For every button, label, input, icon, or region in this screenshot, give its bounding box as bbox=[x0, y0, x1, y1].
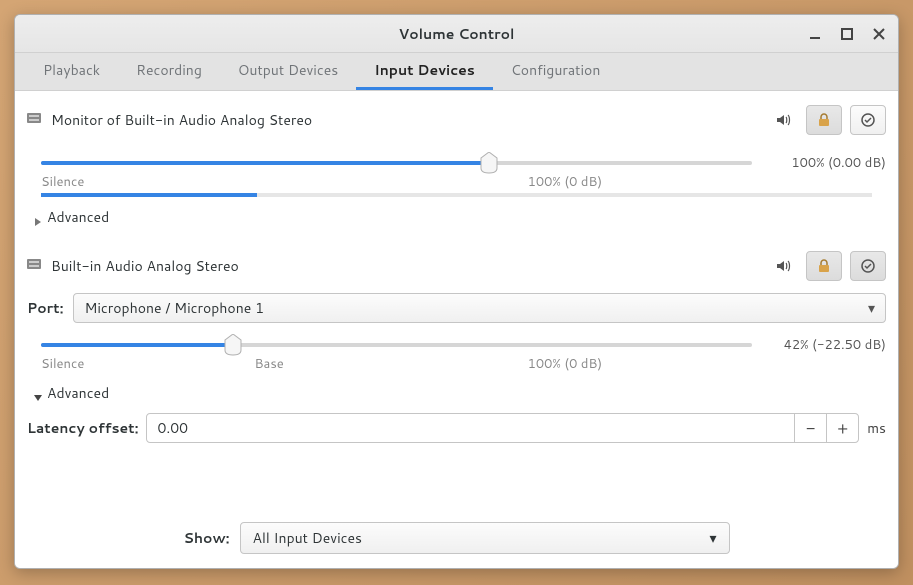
chevron-down-icon: ▾ bbox=[710, 528, 717, 548]
tab-label: Configuration bbox=[511, 60, 601, 80]
vu-meter bbox=[41, 193, 872, 197]
soundcard-icon bbox=[27, 256, 43, 276]
show-label: Show: bbox=[183, 528, 229, 548]
tab-recording[interactable]: Recording bbox=[118, 53, 220, 90]
volume-slider[interactable] bbox=[41, 161, 752, 165]
latency-unit: ms bbox=[867, 418, 886, 438]
volume-readout: 42% (-22.50 dB) bbox=[766, 336, 886, 354]
window-title: Volume Control bbox=[399, 24, 515, 44]
device-name: Monitor of Built-in Audio Analog Stereo bbox=[51, 110, 760, 130]
content-area: Monitor of Built-in Audio Analog Stereo bbox=[15, 91, 898, 512]
slider-thumb[interactable] bbox=[224, 334, 242, 356]
advanced-label: Advanced bbox=[47, 383, 109, 403]
tab-playback[interactable]: Playback bbox=[25, 53, 118, 90]
mute-button[interactable] bbox=[768, 251, 798, 281]
minimize-button[interactable] bbox=[804, 23, 826, 45]
tab-configuration[interactable]: Configuration bbox=[493, 53, 619, 90]
device-name: Built-in Audio Analog Stereo bbox=[51, 256, 760, 276]
show-select[interactable]: All Input Devices ▾ bbox=[240, 522, 730, 554]
tab-label: Playback bbox=[43, 60, 100, 80]
lock-channels-button[interactable] bbox=[806, 251, 842, 281]
show-value: All Input Devices bbox=[253, 528, 362, 548]
chevron-right-icon bbox=[33, 212, 43, 222]
tab-label: Output Devices bbox=[238, 60, 338, 80]
device-monitor: Monitor of Built-in Audio Analog Stereo bbox=[27, 105, 886, 227]
tick-silence: Silence bbox=[41, 355, 84, 373]
tick-silence: Silence bbox=[41, 173, 84, 191]
latency-label: Latency offset: bbox=[27, 418, 138, 438]
maximize-button[interactable] bbox=[836, 23, 858, 45]
tick-base: Base bbox=[255, 355, 284, 373]
latency-increment[interactable]: + bbox=[826, 414, 858, 442]
tick-100: 100% (0 dB) bbox=[528, 173, 603, 191]
default-button[interactable] bbox=[850, 105, 886, 135]
chevron-down-icon: ▾ bbox=[868, 298, 875, 318]
latency-input[interactable]: 0.00 − + bbox=[146, 413, 859, 443]
advanced-disclosure[interactable]: Advanced bbox=[33, 207, 886, 227]
advanced-disclosure[interactable]: Advanced bbox=[33, 383, 886, 403]
soundcard-icon bbox=[27, 110, 43, 130]
device-builtin: Built-in Audio Analog Stereo Port: Micro… bbox=[27, 251, 886, 443]
chevron-down-icon bbox=[33, 388, 43, 398]
latency-value: 0.00 bbox=[147, 418, 794, 438]
tab-output-devices[interactable]: Output Devices bbox=[220, 53, 356, 90]
mute-button[interactable] bbox=[768, 105, 798, 135]
slider-thumb[interactable] bbox=[480, 152, 498, 174]
port-label: Port: bbox=[27, 298, 63, 318]
latency-decrement[interactable]: − bbox=[794, 414, 826, 442]
advanced-label: Advanced bbox=[47, 207, 109, 227]
tick-100: 100% (0 dB) bbox=[528, 355, 603, 373]
volume-readout: 100% (0.00 dB) bbox=[766, 154, 886, 172]
titlebar: Volume Control bbox=[15, 15, 898, 53]
lock-channels-button[interactable] bbox=[806, 105, 842, 135]
tab-input-devices[interactable]: Input Devices bbox=[356, 53, 493, 90]
bottom-bar: Show: All Input Devices ▾ bbox=[15, 512, 898, 568]
tab-label: Input Devices bbox=[374, 60, 475, 80]
close-button[interactable] bbox=[868, 23, 890, 45]
port-value: Microphone / Microphone 1 bbox=[84, 298, 264, 318]
volume-slider[interactable] bbox=[41, 343, 752, 347]
tab-label: Recording bbox=[136, 60, 202, 80]
default-button[interactable] bbox=[850, 251, 886, 281]
tabbar: Playback Recording Output Devices Input … bbox=[15, 53, 898, 91]
port-select[interactable]: Microphone / Microphone 1 ▾ bbox=[73, 293, 886, 323]
